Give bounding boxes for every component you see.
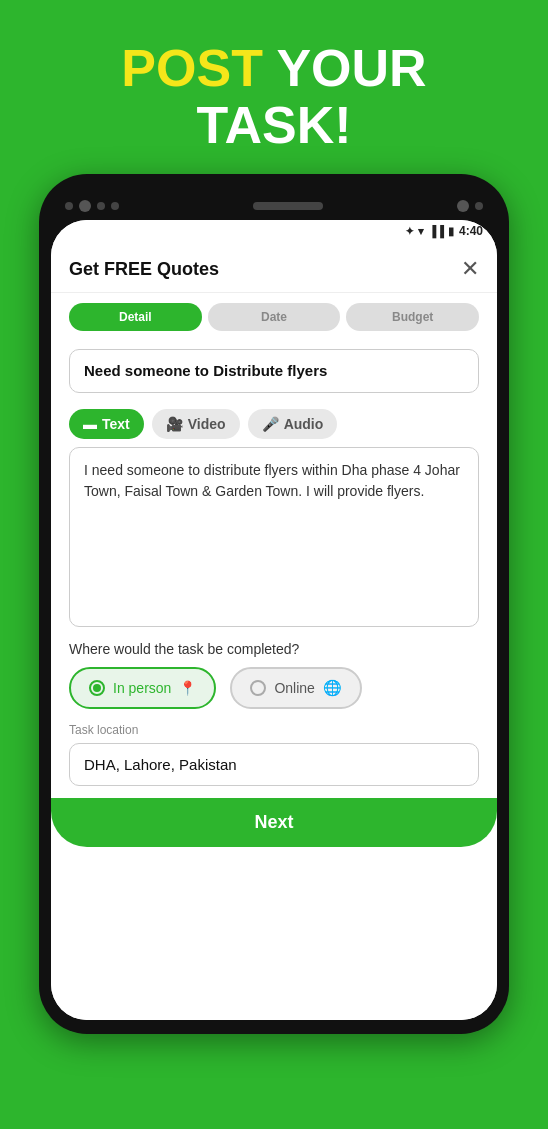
video-icon: 🎥: [166, 416, 183, 432]
signal-icon: ▐▐: [428, 225, 444, 237]
task-location-input[interactable]: DHA, Lahore, Pakistan: [69, 743, 479, 786]
pin-icon: 📍: [179, 680, 196, 696]
option-in-person[interactable]: In person 📍: [69, 667, 216, 709]
battery-icon: ▮: [448, 225, 454, 238]
bottom-bar: Next: [51, 798, 497, 847]
tab-video[interactable]: 🎥 Video: [152, 409, 240, 439]
header-your: YOUR: [263, 39, 427, 97]
phone-notch: [51, 192, 497, 220]
status-bar: ✦ ▾ ▐▐ ▮ 4:40: [51, 220, 497, 242]
status-icons: ✦ ▾ ▐▐ ▮: [405, 225, 454, 238]
page-header: POST YOUR TASK!: [121, 40, 426, 154]
text-icon: ▬: [83, 416, 97, 432]
location-options: In person 📍 Online 🌐: [69, 667, 479, 709]
notch-center: [253, 202, 323, 210]
phone-frame: ✦ ▾ ▐▐ ▮ 4:40 Get FREE Quotes ✕ Detail D…: [39, 174, 509, 1034]
next-button[interactable]: Next: [254, 812, 293, 833]
notch-dot-r: [457, 200, 469, 212]
app-content: Get FREE Quotes ✕ Detail Date Budget Nee…: [51, 242, 497, 1020]
header-task: TASK!: [121, 97, 426, 154]
progress-bar: Detail Date Budget: [51, 293, 497, 341]
in-person-label: In person: [113, 680, 171, 696]
step-budget[interactable]: Budget: [346, 303, 479, 331]
notch-dot-2: [79, 200, 91, 212]
close-button[interactable]: ✕: [461, 256, 479, 282]
step-detail[interactable]: Detail: [69, 303, 202, 331]
location-question: Where would the task be completed?: [69, 641, 479, 657]
radio-dot: [93, 684, 101, 692]
bluetooth-icon: ✦: [405, 225, 414, 238]
wifi-icon: ▾: [418, 225, 424, 238]
header-post: POST: [121, 39, 263, 97]
tab-audio[interactable]: 🎤 Audio: [248, 409, 338, 439]
phone-screen: ✦ ▾ ▐▐ ▮ 4:40 Get FREE Quotes ✕ Detail D…: [51, 220, 497, 1020]
task-title-box: Need someone to Distribute flyers: [69, 349, 479, 393]
tab-text[interactable]: ▬ Text: [69, 409, 144, 439]
task-title: Need someone to Distribute flyers: [84, 362, 327, 379]
option-online[interactable]: Online 🌐: [230, 667, 361, 709]
audio-icon: 🎤: [262, 416, 279, 432]
notch-dot-3: [97, 202, 105, 210]
notch-dot-sm: [475, 202, 483, 210]
app-header: Get FREE Quotes ✕: [51, 242, 497, 293]
step-date[interactable]: Date: [208, 303, 341, 331]
status-time: 4:40: [459, 224, 483, 238]
location-section: Where would the task be completed? In pe…: [51, 627, 497, 786]
task-location-label: Task location: [69, 723, 479, 737]
radio-in-person: [89, 680, 105, 696]
radio-online: [250, 680, 266, 696]
online-label: Online: [274, 680, 314, 696]
app-title: Get FREE Quotes: [69, 259, 219, 280]
description-box[interactable]: I need someone to distribute flyers with…: [69, 447, 479, 627]
media-tabs: ▬ Text 🎥 Video 🎤 Audio: [69, 409, 479, 439]
globe-icon: 🌐: [323, 679, 342, 697]
notch-dot-1: [65, 202, 73, 210]
notch-dot-4: [111, 202, 119, 210]
description-text: I need someone to distribute flyers with…: [84, 462, 460, 499]
